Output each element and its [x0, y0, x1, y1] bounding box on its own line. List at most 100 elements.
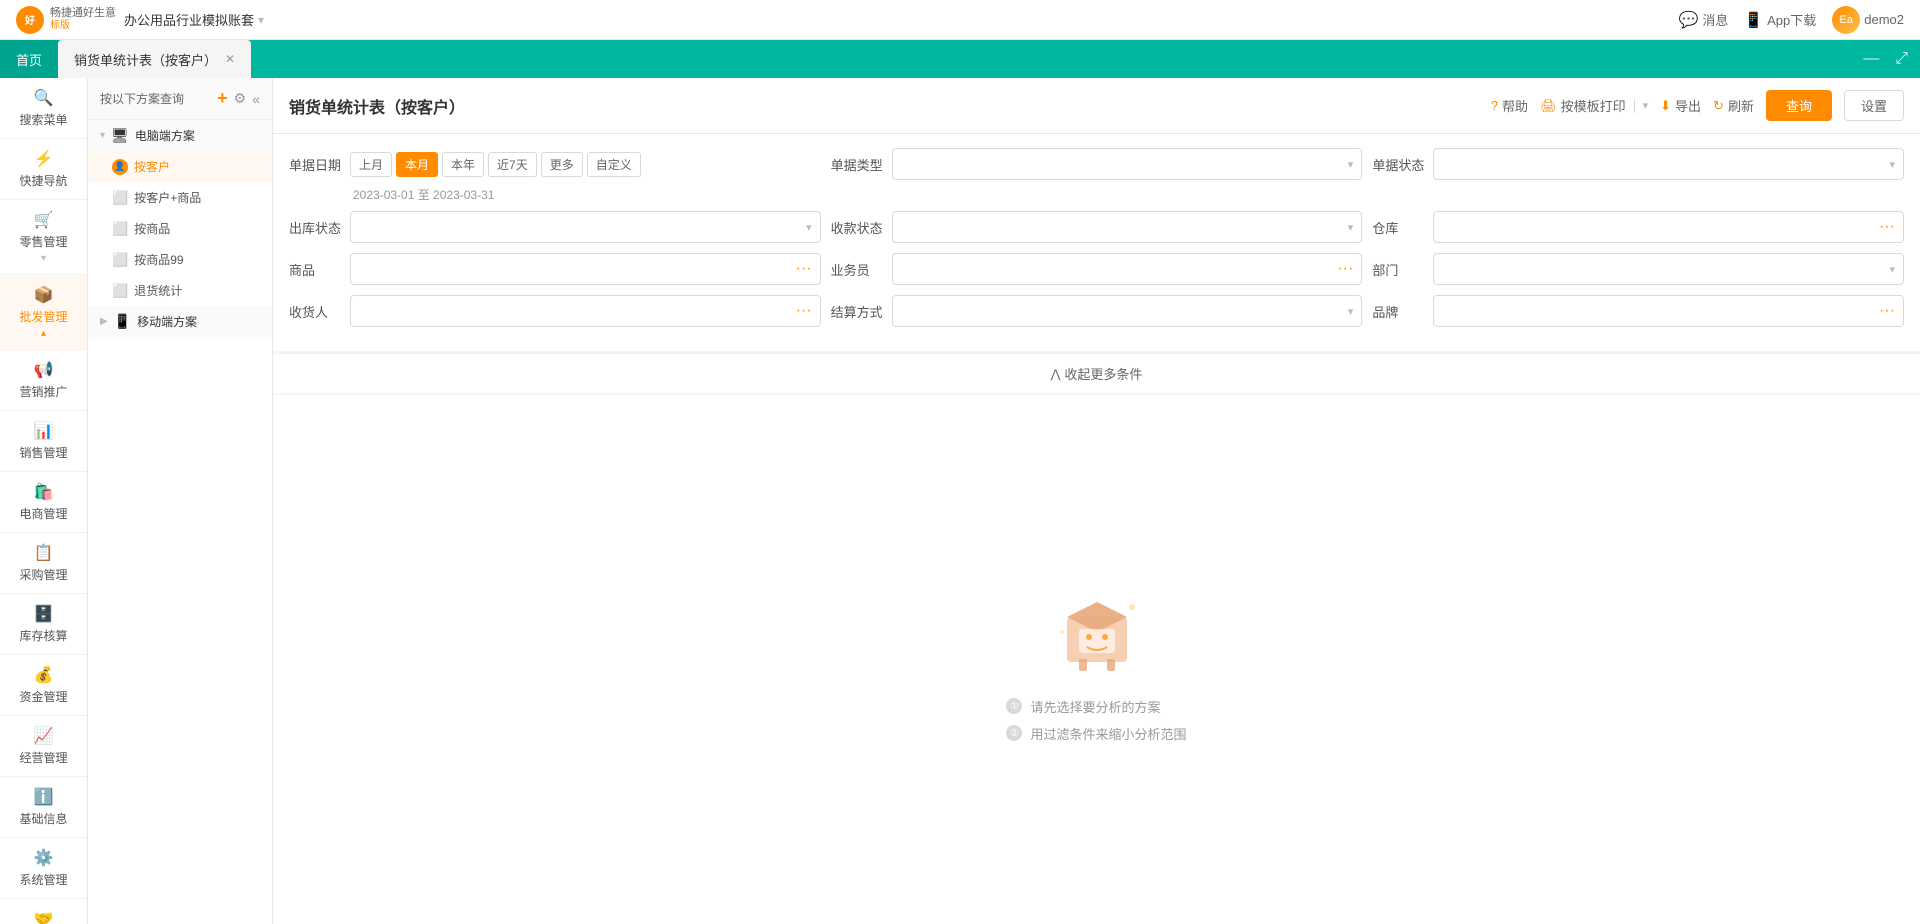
sidebar: 🔍 搜索菜单 ⚡ 快捷导航 🛒 零售管理 ▾ 📦 批发管理 ▴ 📢 营销推广 📊…: [0, 78, 88, 924]
chevron-down-icon: ▾: [1348, 158, 1354, 171]
top-header: 好 畅捷通好生意 标版 办公用品行业模拟账套 ▾ 💬 消息 📱 App下载 Ea…: [0, 0, 1920, 40]
brand-dots-icon[interactable]: ···: [1879, 302, 1895, 320]
doc-status-filter-item: 单据状态 ▾: [1372, 148, 1904, 180]
department-select[interactable]: ▾: [1433, 253, 1904, 285]
empty-hint-2: ② 用过滤条件来缩小分析范围: [1006, 724, 1186, 743]
export-button[interactable]: ⬇ 导出: [1660, 96, 1701, 115]
logo-icon: 好: [16, 6, 44, 34]
scheme-item-by-customer[interactable]: 👤 按客户: [88, 151, 272, 182]
ecommerce-icon: 🛍️: [34, 482, 54, 502]
page-header: 销货单统计表（按客户） ? 帮助 🖨 按模板打印 ▾ ⬇ 导出 ↻: [273, 78, 1920, 134]
product-select[interactable]: ···: [350, 253, 821, 285]
sidebar-item-quick-nav[interactable]: ⚡ 快捷导航: [0, 139, 87, 200]
desktop-group-header[interactable]: ▾ 🖥 电脑端方案: [88, 120, 272, 151]
tab-expand-button[interactable]: ⤢: [1891, 50, 1912, 68]
scheme-item-return-stats[interactable]: ⬜ 退货统计: [88, 275, 272, 306]
date-btn-this-month[interactable]: 本月: [396, 152, 438, 177]
hint-num-1: ①: [1006, 698, 1022, 714]
brand-filter-item: 品牌 ···: [1372, 295, 1904, 327]
doc-type-select[interactable]: ▾: [892, 148, 1363, 180]
sidebar-item-sys-mgmt[interactable]: ⚙️ 系统管理: [0, 838, 87, 899]
sidebar-item-wholesale[interactable]: 📦 批发管理 ▴: [0, 275, 87, 350]
date-btn-last-7[interactable]: 近7天: [488, 152, 537, 177]
sidebar-item-enterprise[interactable]: 🤝 企业协同: [0, 899, 87, 924]
tab-sales-stats[interactable]: 销货单统计表（按客户） ✕: [58, 40, 251, 78]
scheme-item-by-product-99[interactable]: ⬜ 按商品99: [88, 244, 272, 275]
chevron-down-icon-6: ▾: [1348, 305, 1354, 318]
warehouse-dots-icon[interactable]: ···: [1879, 218, 1895, 236]
finance-icon: 💰: [34, 665, 54, 685]
tab-home[interactable]: 首页: [0, 40, 58, 78]
doc-status-select[interactable]: ▾: [1433, 148, 1904, 180]
recipient-select[interactable]: ···: [350, 295, 821, 327]
help-button[interactable]: ? 帮助: [1491, 96, 1528, 115]
main-layout: 🔍 搜索菜单 ⚡ 快捷导航 🛒 零售管理 ▾ 📦 批发管理 ▴ 📢 营销推广 📊…: [0, 78, 1920, 924]
warehouse-filter-item: 仓库 ···: [1372, 211, 1904, 243]
tab-close-icon[interactable]: ✕: [225, 52, 235, 66]
date-btn-custom[interactable]: 自定义: [587, 152, 641, 177]
filter-row-2: 出库状态 ▾ 收款状态 ▾ 仓库: [289, 211, 1904, 243]
sidebar-item-search[interactable]: 🔍 搜索菜单: [0, 78, 87, 139]
template-print-button[interactable]: 🖨 按模板打印 ▾: [1540, 96, 1648, 115]
recipient-dots-icon[interactable]: ···: [796, 302, 812, 320]
date-btn-last-month[interactable]: 上月: [350, 152, 392, 177]
desktop-scheme-group: ▾ 🖥 电脑端方案 👤 按客户 ⬜ 按客户+商品 ⬜ 按商品 ⬜ 按商品99 ⬜: [88, 120, 272, 306]
left-panel-actions: + ⚙ «: [217, 88, 260, 109]
collapse-panel-button[interactable]: «: [252, 91, 260, 107]
sidebar-item-sales-mgmt[interactable]: 📊 销售管理: [0, 411, 87, 472]
sidebar-item-purchase[interactable]: 📋 采购管理: [0, 533, 87, 594]
out-status-select[interactable]: ▾: [350, 211, 821, 243]
date-btn-this-year[interactable]: 本年: [442, 152, 484, 177]
sidebar-item-marketing[interactable]: 📢 营销推广: [0, 350, 87, 411]
mobile-group-header[interactable]: ▶ 📱 移动端方案: [88, 306, 272, 337]
collapse-up-icon: ⋀: [1051, 367, 1061, 381]
chevron-down-icon-2: ▾: [1889, 158, 1895, 171]
date-btn-more[interactable]: 更多: [541, 152, 583, 177]
filter-section: 单据日期 上月 本月 本年 近7天 更多 自定义 单据类型: [273, 134, 1920, 351]
page-header-actions: ? 帮助 🖨 按模板打印 ▾ ⬇ 导出 ↻ 刷新 查: [1491, 90, 1904, 121]
sidebar-item-basic-info[interactable]: ℹ️ 基础信息: [0, 777, 87, 838]
scheme-item-by-product[interactable]: ⬜ 按商品: [88, 213, 272, 244]
sidebar-item-operations[interactable]: 📈 经营管理: [0, 716, 87, 777]
product-dots-icon[interactable]: ···: [796, 260, 812, 278]
header-right: 💬 消息 📱 App下载 Ea demo2: [1678, 6, 1904, 34]
date-range-display: 2023-03-01 至 2023-03-31: [289, 186, 1904, 203]
scheme-item-by-customer-product[interactable]: ⬜ 按客户+商品: [88, 182, 272, 213]
settlement-select[interactable]: ▾: [892, 295, 1363, 327]
app-download-button[interactable]: 📱 App下载: [1744, 10, 1816, 29]
sidebar-item-inventory[interactable]: 🗄️ 库存核算: [0, 594, 87, 655]
query-button[interactable]: 查询: [1766, 90, 1832, 121]
operations-icon: 📈: [34, 726, 54, 746]
collapse-more-button[interactable]: ⋀ 收起更多条件: [273, 353, 1920, 393]
wholesale-icon: 📦: [34, 285, 54, 305]
empty-hint-1: ① 请先选择要分析的方案: [1006, 697, 1186, 716]
date-shortcuts: 上月 本月 本年 近7天 更多 自定义: [350, 152, 641, 177]
user-profile[interactable]: Ea demo2: [1832, 6, 1904, 34]
sidebar-item-retail[interactable]: 🛒 零售管理 ▾: [0, 200, 87, 275]
app-selector[interactable]: 办公用品行业模拟账套 ▾: [124, 10, 264, 29]
salesperson-select[interactable]: ···: [892, 253, 1363, 285]
department-label: 部门: [1372, 260, 1427, 279]
brand-label: 品牌: [1372, 302, 1427, 321]
settings-scheme-button[interactable]: ⚙: [234, 90, 247, 107]
settings-button[interactable]: 设置: [1844, 90, 1904, 121]
out-status-label: 出库状态: [289, 218, 344, 237]
chevron-down-icon-5: ▾: [1889, 263, 1895, 276]
enterprise-icon: 🤝: [34, 909, 54, 924]
empty-state: ① 请先选择要分析的方案 ② 用过滤条件来缩小分析范围: [273, 395, 1920, 924]
message-button[interactable]: 💬 消息: [1678, 10, 1728, 30]
doc-status-label: 单据状态: [1372, 155, 1427, 174]
sidebar-item-finance[interactable]: 💰 资金管理: [0, 655, 87, 716]
add-scheme-button[interactable]: +: [217, 88, 228, 109]
purchase-icon: 📋: [34, 543, 54, 563]
refresh-button[interactable]: ↻ 刷新: [1713, 96, 1754, 115]
salesperson-dots-icon[interactable]: ···: [1337, 260, 1353, 278]
chevron-down-icon-3: ▾: [806, 221, 812, 234]
recipient-filter-item: 收货人 ···: [289, 295, 821, 327]
payment-status-select[interactable]: ▾: [892, 211, 1363, 243]
tab-minimize-button[interactable]: —: [1859, 50, 1883, 68]
brand-select[interactable]: ···: [1433, 295, 1904, 327]
sidebar-item-ecommerce[interactable]: 🛍️ 电商管理: [0, 472, 87, 533]
warehouse-select[interactable]: ···: [1433, 211, 1904, 243]
doc-type-filter-item: 单据类型 ▾: [831, 148, 1363, 180]
